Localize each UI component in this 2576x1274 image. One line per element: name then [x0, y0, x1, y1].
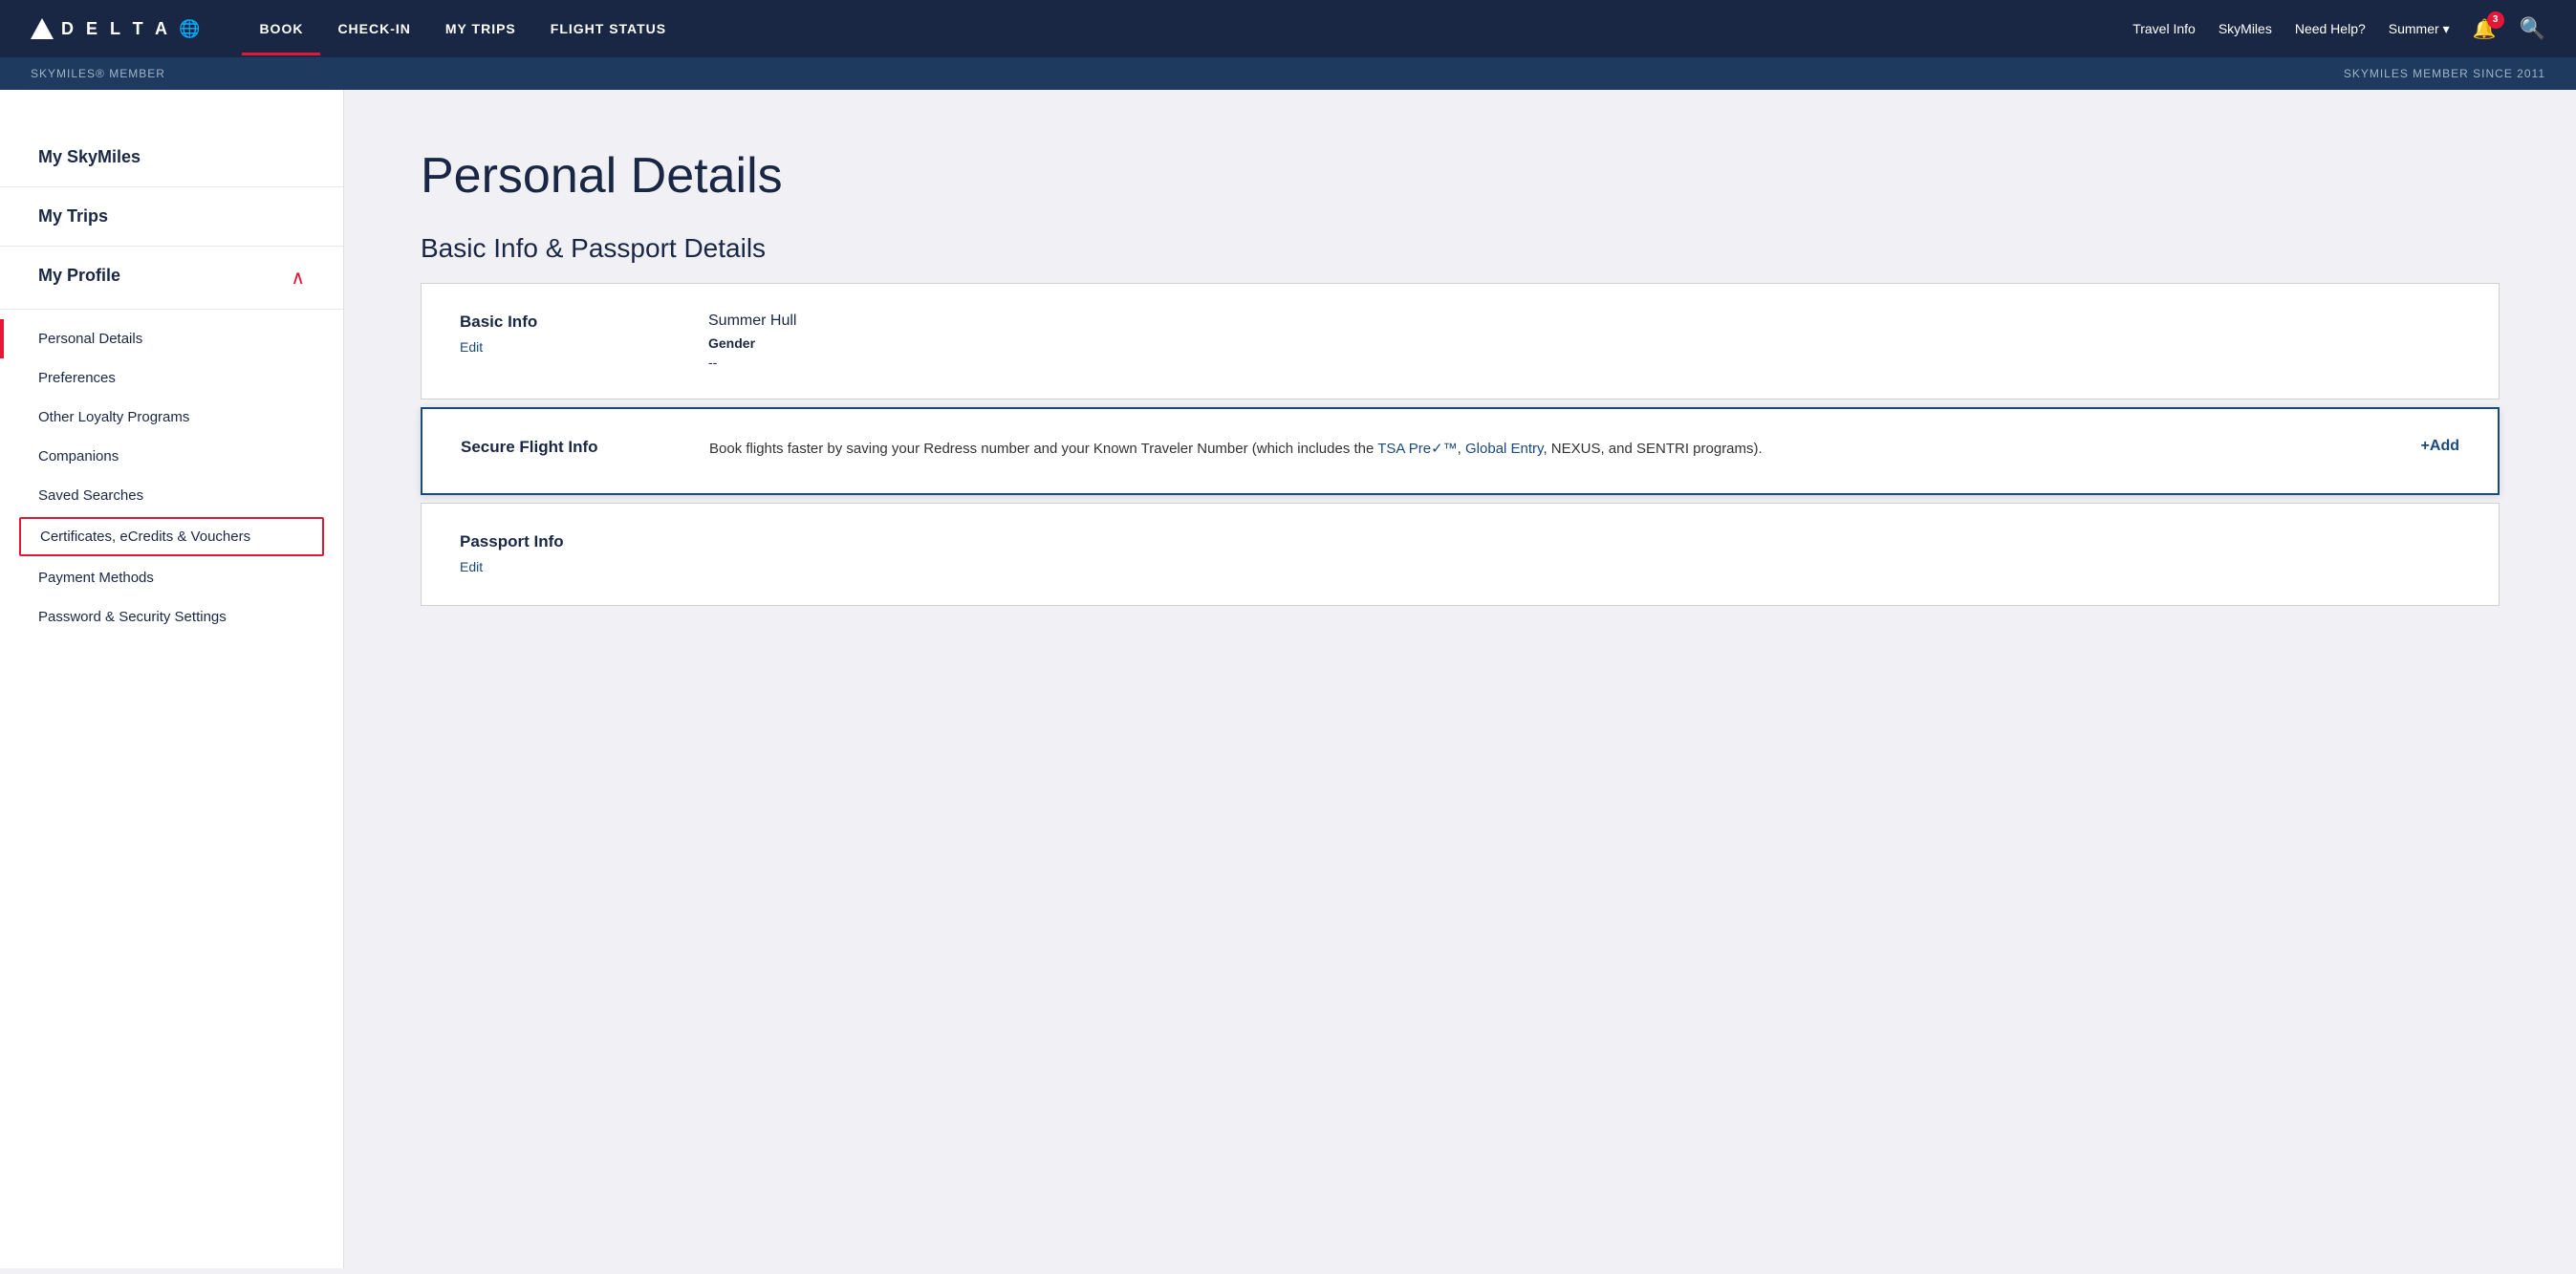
page-title: Personal Details	[421, 147, 2500, 205]
passport-label: Passport Info	[460, 532, 670, 551]
nav-right: Travel Info SkyMiles Need Help? Summer ▾…	[2132, 16, 2545, 41]
passport-edit-link[interactable]: Edit	[460, 559, 483, 574]
secure-flight-card: Secure Flight Info Book flights faster b…	[421, 407, 2500, 495]
secure-flight-add-button[interactable]: +Add	[2421, 438, 2459, 455]
basic-info-label: Basic Info	[460, 313, 670, 332]
sidebar-item-other-loyalty[interactable]: Other Loyalty Programs	[0, 398, 343, 437]
search-button[interactable]: 🔍	[2520, 16, 2545, 41]
secure-flight-label: Secure Flight Info	[461, 438, 671, 457]
basic-info-card: Basic Info Edit Summer Hull Gender --	[421, 283, 2500, 399]
main-container: My SkyMiles My Trips My Profile ∧ Person…	[0, 90, 2576, 1268]
gender-value: --	[708, 355, 2460, 370]
sidebar-nav: Personal Details Preferences Other Loyal…	[0, 310, 343, 646]
nav-links: BOOK CHECK-IN MY TRIPS FLIGHT STATUS	[242, 2, 1187, 55]
basic-info-edit-link[interactable]: Edit	[460, 339, 483, 355]
user-full-name: Summer Hull	[708, 313, 2460, 330]
nav-checkin[interactable]: CHECK-IN	[320, 2, 427, 55]
sidebar-item-certificates[interactable]: Certificates, eCredits & Vouchers	[19, 517, 324, 556]
nav-mytrips[interactable]: MY TRIPS	[428, 2, 533, 55]
page-content: Personal Details Basic Info & Passport D…	[344, 90, 2576, 1268]
sidebar-skymiles-title[interactable]: My SkyMiles	[38, 147, 305, 167]
global-entry-link[interactable]: Global Entry	[1465, 441, 1543, 457]
sidebar-trips[interactable]: My Trips	[0, 187, 343, 247]
sidebar-item-personal-details[interactable]: Personal Details	[0, 319, 343, 358]
notification-badge: 3	[2487, 11, 2504, 29]
notifications-button[interactable]: 🔔 3	[2473, 17, 2497, 41]
passport-label-section: Passport Info Edit	[460, 532, 670, 576]
delta-logo[interactable]: D E L T A 🌐	[31, 18, 204, 39]
sidebar-profile-title[interactable]: My Profile	[38, 266, 120, 286]
chevron-down-icon: ▾	[2443, 21, 2450, 37]
basic-info-content: Summer Hull Gender --	[708, 313, 2460, 370]
secure-flight-description: Book flights faster by saving your Redre…	[709, 438, 2383, 461]
nav-flightstatus[interactable]: FLIGHT STATUS	[533, 2, 683, 55]
secure-flight-desc-text: Book flights faster by saving your Redre…	[709, 441, 1377, 457]
sidebar-item-companions[interactable]: Companions	[0, 437, 343, 476]
sidebar-skymiles[interactable]: My SkyMiles	[0, 128, 343, 187]
secure-flight-desc-end: , NEXUS, and SENTRI programs).	[1543, 441, 1762, 457]
passport-info-card: Passport Info Edit	[421, 503, 2500, 606]
sidebar-item-payment[interactable]: Payment Methods	[0, 558, 343, 597]
nav-need-help[interactable]: Need Help?	[2295, 21, 2366, 36]
member-bar: SKYMILES® MEMBER SKYMILES MEMBER SINCE 2…	[0, 57, 2576, 90]
chevron-up-icon[interactable]: ∧	[291, 266, 305, 290]
nav-travel-info[interactable]: Travel Info	[2132, 21, 2196, 36]
sidebar-profile-section: My Profile ∧	[0, 247, 343, 310]
gender-label: Gender	[708, 335, 2460, 351]
sidebar-item-password[interactable]: Password & Security Settings	[0, 597, 343, 637]
logo-globe-icon: 🌐	[179, 19, 204, 39]
logo-text: D E L T A	[61, 19, 171, 39]
user-name-text: Summer	[2389, 21, 2439, 36]
nav-skymiles[interactable]: SkyMiles	[2219, 21, 2272, 36]
user-menu[interactable]: Summer ▾	[2389, 21, 2450, 37]
sidebar: My SkyMiles My Trips My Profile ∧ Person…	[0, 90, 344, 1268]
nav-book[interactable]: BOOK	[242, 2, 320, 55]
member-status-left: SKYMILES® MEMBER	[31, 67, 165, 80]
delta-triangle-icon	[31, 18, 54, 39]
secure-flight-content: Book flights faster by saving your Redre…	[709, 438, 2383, 461]
tsa-link[interactable]: TSA Pre✓™	[1377, 441, 1457, 457]
sidebar-item-saved-searches[interactable]: Saved Searches	[0, 476, 343, 515]
basic-info-label-section: Basic Info Edit	[460, 313, 670, 356]
section-title: Basic Info & Passport Details	[421, 233, 2500, 264]
secure-flight-desc-middle: ,	[1458, 441, 1465, 457]
member-status-right: SKYMILES MEMBER SINCE 2011	[2344, 67, 2545, 80]
secure-flight-label-section: Secure Flight Info	[461, 438, 671, 464]
sidebar-trips-title[interactable]: My Trips	[38, 206, 305, 227]
sidebar-item-preferences[interactable]: Preferences	[0, 358, 343, 398]
top-nav: D E L T A 🌐 BOOK CHECK-IN MY TRIPS FLIGH…	[0, 0, 2576, 57]
